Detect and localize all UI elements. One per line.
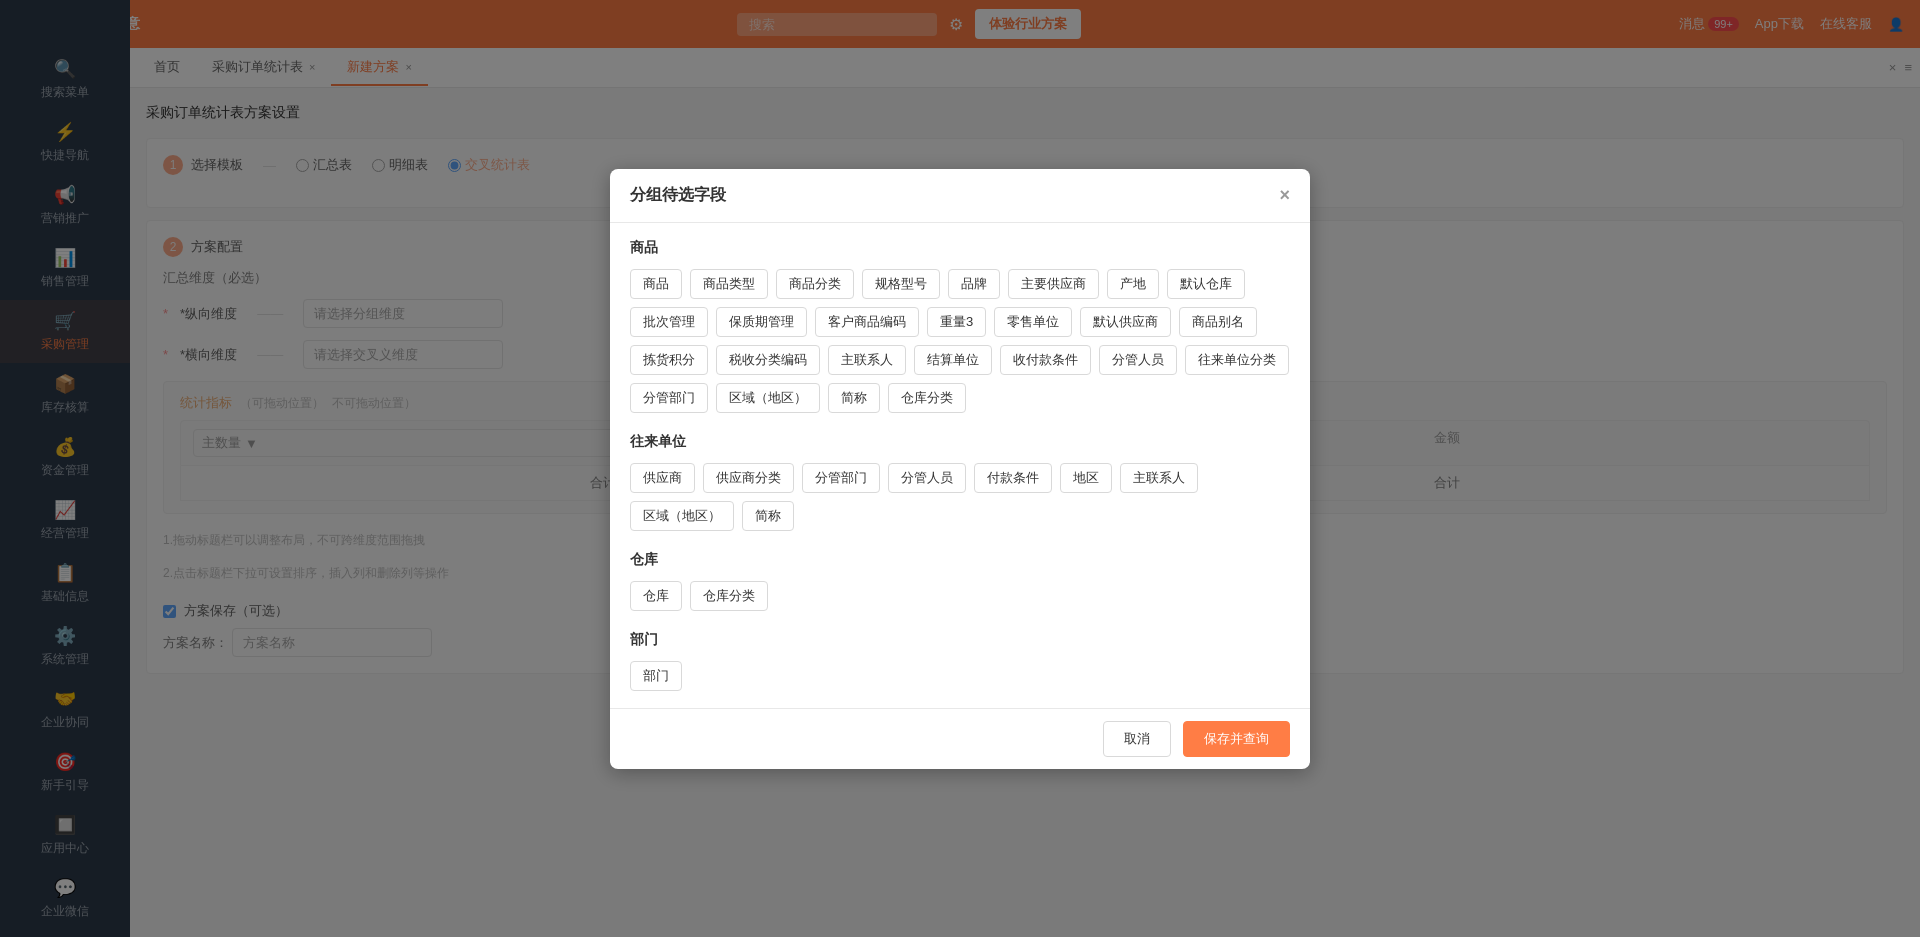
field-tags-contacts: 供应商 供应商分类 分管部门 分管人员 付款条件 地区 主联系人 区域（地区） …: [630, 463, 1290, 531]
field-tag[interactable]: 拣货积分: [630, 345, 708, 375]
field-tag[interactable]: 仓库分类: [690, 581, 768, 611]
field-tag[interactable]: 品牌: [948, 269, 1000, 299]
field-tags-department: 部门: [630, 661, 1290, 691]
field-group-warehouse: 仓库 仓库 仓库分类: [630, 551, 1290, 611]
field-tag[interactable]: 区域（地区）: [630, 501, 734, 531]
field-tag[interactable]: 简称: [828, 383, 880, 413]
field-tag[interactable]: 默认仓库: [1167, 269, 1245, 299]
field-tag[interactable]: 商品分类: [776, 269, 854, 299]
field-tag[interactable]: 分管部门: [802, 463, 880, 493]
dialog: 分组待选字段 × 商品 商品 商品类型 商品分类 规格型号 品牌 主要供应商 产…: [610, 169, 1310, 769]
field-tag[interactable]: 商品类型: [690, 269, 768, 299]
field-tag[interactable]: 批次管理: [630, 307, 708, 337]
field-tag[interactable]: 结算单位: [914, 345, 992, 375]
field-tag[interactable]: 零售单位: [994, 307, 1072, 337]
field-tag[interactable]: 客户商品编码: [815, 307, 919, 337]
dialog-title: 分组待选字段: [630, 185, 726, 206]
dialog-cancel-button[interactable]: 取消: [1103, 721, 1171, 757]
field-group-warehouse-title: 仓库: [630, 551, 1290, 569]
field-tag[interactable]: 产地: [1107, 269, 1159, 299]
field-tag[interactable]: 供应商: [630, 463, 695, 493]
field-group-goods-title: 商品: [630, 239, 1290, 257]
field-group-contacts: 往来单位 供应商 供应商分类 分管部门 分管人员 付款条件 地区 主联系人 区域…: [630, 433, 1290, 531]
field-tag[interactable]: 主联系人: [828, 345, 906, 375]
field-tag[interactable]: 地区: [1060, 463, 1112, 493]
field-tag[interactable]: 分管人员: [888, 463, 966, 493]
field-tag[interactable]: 规格型号: [862, 269, 940, 299]
field-tag[interactable]: 商品: [630, 269, 682, 299]
field-tag[interactable]: 主联系人: [1120, 463, 1198, 493]
field-tag[interactable]: 默认供应商: [1080, 307, 1171, 337]
dialog-close-button[interactable]: ×: [1279, 185, 1290, 206]
field-tag[interactable]: 往来单位分类: [1185, 345, 1289, 375]
field-tag[interactable]: 主要供应商: [1008, 269, 1099, 299]
field-tag[interactable]: 仓库: [630, 581, 682, 611]
field-tag[interactable]: 税收分类编码: [716, 345, 820, 375]
dialog-overlay: 分组待选字段 × 商品 商品 商品类型 商品分类 规格型号 品牌 主要供应商 产…: [0, 0, 1920, 937]
dialog-header: 分组待选字段 ×: [610, 169, 1310, 223]
field-tag[interactable]: 付款条件: [974, 463, 1052, 493]
dialog-body[interactable]: 商品 商品 商品类型 商品分类 规格型号 品牌 主要供应商 产地 默认仓库 批次…: [610, 223, 1310, 708]
field-tag[interactable]: 重量3: [927, 307, 986, 337]
field-tag[interactable]: 保质期管理: [716, 307, 807, 337]
field-tag[interactable]: 简称: [742, 501, 794, 531]
field-group-department-title: 部门: [630, 631, 1290, 649]
field-tags-warehouse: 仓库 仓库分类: [630, 581, 1290, 611]
field-tags-goods: 商品 商品类型 商品分类 规格型号 品牌 主要供应商 产地 默认仓库 批次管理 …: [630, 269, 1290, 413]
field-tag[interactable]: 分管人员: [1099, 345, 1177, 375]
field-tag[interactable]: 收付款条件: [1000, 345, 1091, 375]
field-group-contacts-title: 往来单位: [630, 433, 1290, 451]
field-tag[interactable]: 区域（地区）: [716, 383, 820, 413]
field-tag[interactable]: 商品别名: [1179, 307, 1257, 337]
field-tag[interactable]: 供应商分类: [703, 463, 794, 493]
dialog-confirm-button[interactable]: 保存并查询: [1183, 721, 1290, 757]
field-tag[interactable]: 分管部门: [630, 383, 708, 413]
field-group-goods: 商品 商品 商品类型 商品分类 规格型号 品牌 主要供应商 产地 默认仓库 批次…: [630, 239, 1290, 413]
dialog-footer: 取消 保存并查询: [610, 708, 1310, 769]
field-tag[interactable]: 仓库分类: [888, 383, 966, 413]
field-group-department: 部门 部门: [630, 631, 1290, 691]
field-tag[interactable]: 部门: [630, 661, 682, 691]
